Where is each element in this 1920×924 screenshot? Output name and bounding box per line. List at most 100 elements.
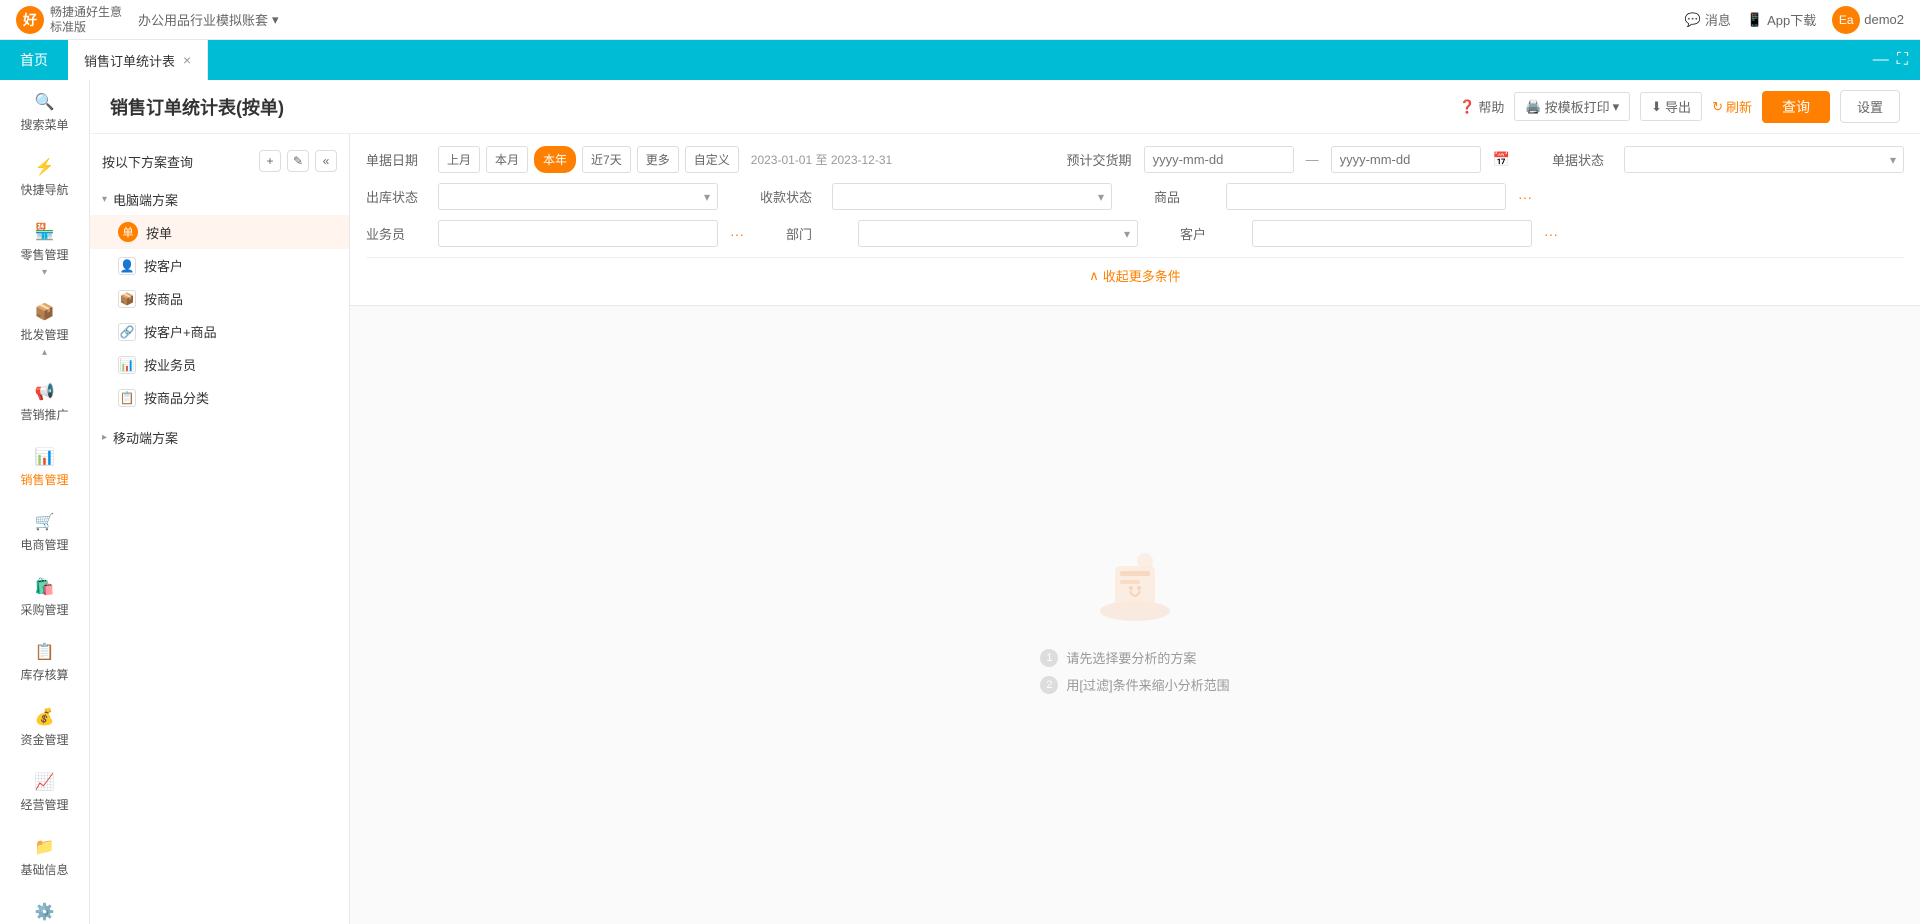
page-header-bar: 销售订单统计表(按单) ❓ 帮助 🖨️ 按模板打印 ▾ ⬇ 导出 ↻ 刷新 bbox=[90, 80, 1920, 134]
filter-row-2: 出库状态 ▾ 收款状态 ▾ 商品 ··· bbox=[366, 183, 1904, 210]
search-button[interactable]: 查询 bbox=[1762, 91, 1830, 123]
scheme-item-by-product[interactable]: 📦 按商品 bbox=[90, 282, 349, 315]
settings-button[interactable]: 设置 bbox=[1840, 90, 1900, 123]
sidebar-item-wholesale[interactable]: 📦 批发管理 ▴ bbox=[0, 290, 89, 370]
app-download-button[interactable]: 📱 App下载 bbox=[1747, 10, 1816, 29]
scheme-item-by-salesperson[interactable]: 📊 按业务员 bbox=[90, 348, 349, 381]
main-layout: 🔍 搜索菜单 ⚡ 快捷导航 🏪 零售管理 ▾ 📦 批发管理 ▴ 📢 营销推广 📊… bbox=[0, 80, 1920, 924]
product-more-icon[interactable]: ··· bbox=[1518, 189, 1532, 205]
logo-icon: 好 bbox=[16, 6, 44, 34]
scheme-item-by-customer-product[interactable]: 🔗 按客户+商品 bbox=[90, 315, 349, 348]
tab-minimize-icon[interactable]: — bbox=[1873, 51, 1889, 69]
date-btn-last-month[interactable]: 上月 bbox=[438, 146, 480, 173]
print-icon: 🖨️ bbox=[1525, 99, 1541, 115]
top-bar-right: 💬 消息 📱 App下载 Ea demo2 bbox=[1685, 6, 1904, 34]
finance-icon: 💰 bbox=[35, 707, 55, 727]
department-select[interactable] bbox=[858, 220, 1138, 247]
customer-input[interactable] bbox=[1252, 220, 1532, 247]
scheme-item-by-category[interactable]: 📋 按商品分类 bbox=[90, 381, 349, 414]
print-arrow-icon: ▾ bbox=[1613, 99, 1620, 115]
help-button[interactable]: ❓ 帮助 bbox=[1459, 97, 1504, 116]
sidebar-item-purchase[interactable]: 🛍️ 采购管理 bbox=[0, 565, 89, 630]
sidebar-item-quick-nav[interactable]: ⚡ 快捷导航 bbox=[0, 145, 89, 210]
help-icon: ❓ bbox=[1459, 99, 1475, 115]
date-btn-more[interactable]: 更多 bbox=[637, 146, 679, 173]
by-order-icon: 单 bbox=[118, 222, 138, 242]
date-btn-this-month[interactable]: 本月 bbox=[486, 146, 528, 173]
by-customer-product-icon: 🔗 bbox=[118, 323, 136, 341]
date-separator: — bbox=[1306, 152, 1319, 167]
product-input[interactable] bbox=[1226, 183, 1506, 210]
sidebar-item-finance[interactable]: 💰 资金管理 bbox=[0, 695, 89, 760]
system-icon: ⚙️ bbox=[35, 902, 55, 922]
sidebar-item-sales[interactable]: 📊 销售管理 bbox=[0, 435, 89, 500]
sidebar-item-basic[interactable]: 📁 基础信息 bbox=[0, 825, 89, 890]
print-button[interactable]: 🖨️ 按模板打印 ▾ bbox=[1514, 92, 1630, 121]
content-area: 销售订单统计表(按单) ❓ 帮助 🖨️ 按模板打印 ▾ ⬇ 导出 ↻ 刷新 bbox=[90, 80, 1920, 924]
salesperson-input[interactable] bbox=[438, 220, 718, 247]
download-icon: 📱 bbox=[1747, 12, 1763, 28]
customer-more-icon[interactable]: ··· bbox=[1544, 226, 1558, 242]
scheme-section-mobile-header[interactable]: ▸ 移动端方案 bbox=[90, 422, 349, 453]
sales-icon: 📊 bbox=[35, 447, 55, 467]
collapse-up-icon: ∧ bbox=[1089, 268, 1099, 284]
status-select-wrap: ▾ bbox=[1624, 146, 1904, 173]
date-range-text: 2023-01-01 至 2023-12-31 bbox=[751, 151, 892, 168]
tab-home[interactable]: 首页 bbox=[0, 40, 68, 80]
export-button[interactable]: ⬇ 导出 bbox=[1640, 92, 1702, 121]
tab-sales-order[interactable]: 销售订单统计表 × bbox=[68, 40, 208, 80]
payment-status-select[interactable] bbox=[832, 183, 1112, 210]
date-btn-this-year[interactable]: 本年 bbox=[534, 146, 576, 173]
empty-state: 1 请先选择要分析的方案 2 用[过滤]条件来缩小分析范围 bbox=[350, 306, 1920, 924]
expected-date-start-input[interactable] bbox=[1144, 146, 1294, 173]
salesperson-more-icon[interactable]: ··· bbox=[730, 226, 744, 242]
app-selector[interactable]: 办公用品行业模拟账套 ▾ bbox=[130, 10, 287, 29]
tab-close-icon[interactable]: × bbox=[183, 52, 191, 68]
ship-status-select[interactable] bbox=[438, 183, 718, 210]
right-panel: 单据日期 上月 本月 本年 近7天 更多 自定义 2023-01-01 至 20… bbox=[350, 134, 1920, 924]
sidebar-item-search-menu[interactable]: 🔍 搜索菜单 bbox=[0, 80, 89, 145]
tab-maximize-icon[interactable]: ⛶ bbox=[1897, 51, 1908, 69]
sidebar-item-marketing[interactable]: 📢 营销推广 bbox=[0, 370, 89, 435]
sidebar-item-operation[interactable]: 📈 经营管理 bbox=[0, 760, 89, 825]
edit-scheme-button[interactable]: ✎ bbox=[287, 150, 309, 172]
avatar: Ea bbox=[1832, 6, 1860, 34]
scheme-section-pc-header[interactable]: ▾ 电脑端方案 bbox=[90, 184, 349, 215]
scheme-panel-header: 按以下方案查询 + ✎ « bbox=[90, 142, 349, 180]
user-profile[interactable]: Ea demo2 bbox=[1832, 6, 1904, 34]
quick-nav-icon: ⚡ bbox=[35, 157, 55, 177]
filter-row-3: 业务员 ··· 部门 ▾ 客户 ··· bbox=[366, 220, 1904, 247]
ecommerce-icon: 🛒 bbox=[35, 512, 55, 532]
calendar-icon[interactable]: 📅 bbox=[1493, 151, 1510, 168]
sidebar-item-system[interactable]: ⚙️ 系统管理 bbox=[0, 890, 89, 924]
inventory-icon: 📋 bbox=[35, 642, 55, 662]
expected-date-end-input[interactable] bbox=[1331, 146, 1481, 173]
tab-bar: 首页 销售订单统计表 × — ⛶ bbox=[0, 40, 1920, 80]
product-label: 商品 bbox=[1154, 187, 1214, 206]
basic-icon: 📁 bbox=[35, 837, 55, 857]
operation-icon: 📈 bbox=[35, 772, 55, 792]
tab-bar-controls: — ⛶ bbox=[1861, 40, 1920, 80]
collapse-scheme-button[interactable]: « bbox=[315, 150, 337, 172]
empty-tip-1: 1 请先选择要分析的方案 bbox=[1040, 648, 1229, 667]
retail-icon: 🏪 bbox=[35, 222, 55, 242]
scheme-item-by-order[interactable]: 单 按单 bbox=[90, 215, 349, 249]
customer-label: 客户 bbox=[1180, 224, 1240, 243]
empty-illustration bbox=[1085, 536, 1185, 636]
wholesale-arrow-icon: ▴ bbox=[42, 347, 47, 358]
refresh-button[interactable]: ↻ 刷新 bbox=[1712, 97, 1752, 116]
add-scheme-button[interactable]: + bbox=[259, 150, 281, 172]
date-btn-7days[interactable]: 近7天 bbox=[582, 146, 631, 173]
payment-status-wrap: ▾ bbox=[832, 183, 1112, 210]
message-button[interactable]: 💬 消息 bbox=[1685, 10, 1731, 29]
payment-status-label: 收款状态 bbox=[760, 187, 820, 206]
collapse-bar[interactable]: ∧ 收起更多条件 bbox=[366, 257, 1904, 293]
empty-tip-2: 2 用[过滤]条件来缩小分析范围 bbox=[1040, 675, 1229, 694]
sidebar-item-ecommerce[interactable]: 🛒 电商管理 bbox=[0, 500, 89, 565]
sidebar-item-retail[interactable]: 🏪 零售管理 ▾ bbox=[0, 210, 89, 290]
sidebar-item-inventory[interactable]: 📋 库存核算 bbox=[0, 630, 89, 695]
status-select[interactable] bbox=[1624, 146, 1904, 173]
date-btn-custom[interactable]: 自定义 bbox=[685, 146, 739, 173]
sidebar: 🔍 搜索菜单 ⚡ 快捷导航 🏪 零售管理 ▾ 📦 批发管理 ▴ 📢 营销推广 📊… bbox=[0, 80, 90, 924]
scheme-item-by-customer[interactable]: 👤 按客户 bbox=[90, 249, 349, 282]
